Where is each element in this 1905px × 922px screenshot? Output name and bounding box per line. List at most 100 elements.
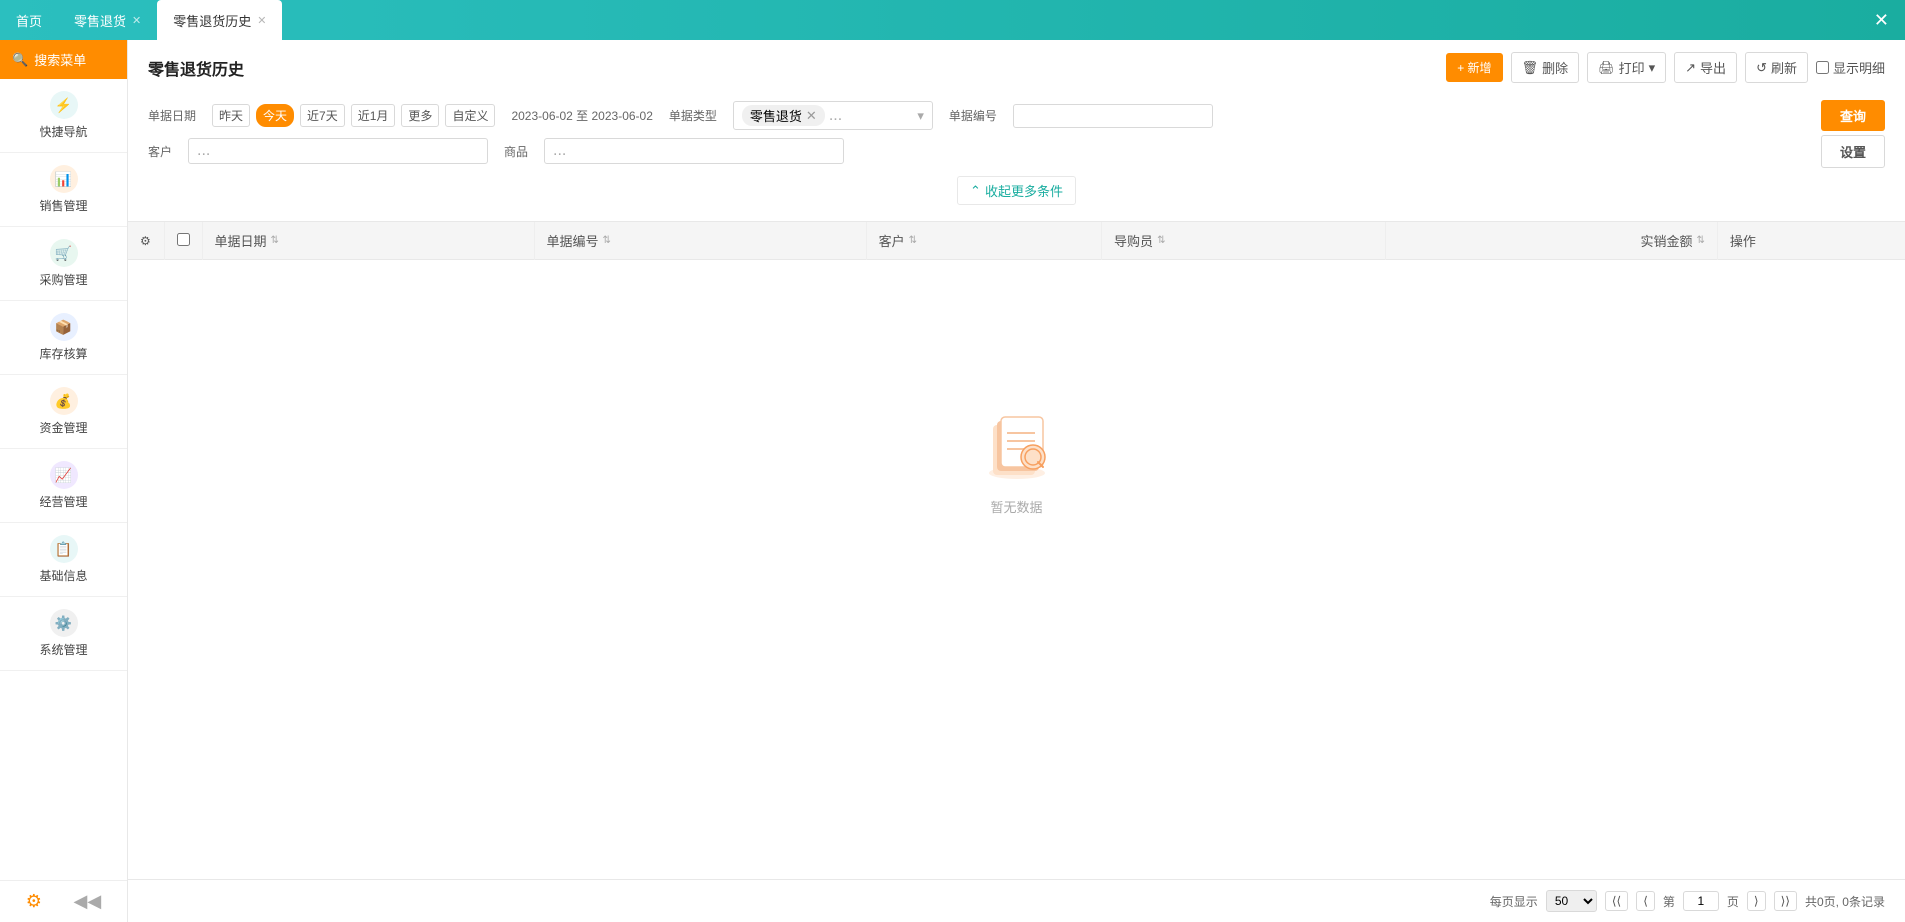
window-close-button[interactable]: ✕ <box>1858 10 1905 31</box>
th-settings[interactable]: ⚙ <box>128 222 164 260</box>
th-no[interactable]: 单据编号 ⇅ <box>534 222 866 260</box>
empty-state: 暂无数据 <box>128 260 1905 660</box>
date-btn-custom[interactable]: 自定义 <box>445 104 495 127</box>
empty-row: 暂无数据 <box>128 260 1905 661</box>
page-input[interactable] <box>1683 891 1719 911</box>
tab-retail-return-close[interactable]: ✕ <box>132 14 141 27</box>
th-guide-sort-icon: ⇅ <box>1157 235 1165 246</box>
page-first-button[interactable]: ⟨⟨ <box>1605 891 1628 911</box>
refresh-button[interactable]: ↺ 刷新 <box>1745 52 1808 83</box>
print-icon: 🖨 <box>1598 60 1615 76</box>
voucher-type-select[interactable]: 零售退货 ✕ ... ▾ <box>733 101 933 130</box>
th-date-label: 单据日期 <box>215 231 267 250</box>
sidebar-item-purchase[interactable]: 🛒 采购管理 <box>0 227 127 301</box>
purchase-icon: 🛒 <box>50 239 78 267</box>
empty-text: 暂无数据 <box>990 497 1042 516</box>
tab-home-label: 首页 <box>16 11 42 30</box>
sidebar-item-sales[interactable]: 📊 销售管理 <box>0 153 127 227</box>
page-label: 第 <box>1663 893 1675 910</box>
filter-row-2: 客户 ... 商品 ... <box>148 138 1885 164</box>
filter-area: 单据日期 昨天 今天 近7天 近1月 更多 自定义 2023-06-02 至 2… <box>148 93 1885 221</box>
th-customer[interactable]: 客户 ⇅ <box>866 222 1101 260</box>
goods-select[interactable]: ... <box>544 138 844 164</box>
collapse-filter-button[interactable]: ⌃ 收起更多条件 <box>957 176 1076 205</box>
voucher-type-dots: ... <box>829 107 842 125</box>
sidebar-item-basic-info[interactable]: 📋 基础信息 <box>0 523 127 597</box>
voucher-type-tag: 零售退货 ✕ <box>742 105 825 126</box>
tab-list: + 新增 首页 零售退货 ✕ 零售退货历史 ✕ <box>0 0 1858 40</box>
show-detail-label[interactable]: 显示明细 <box>1816 58 1885 77</box>
date-btn-today[interactable]: 今天 <box>256 104 294 127</box>
th-checkbox[interactable] <box>164 222 202 260</box>
th-customer-label: 客户 <box>879 231 905 250</box>
sidebar-item-quicknav[interactable]: ⚡ 快捷导航 <box>0 79 127 153</box>
page-last-button[interactable]: ⟩⟩ <box>1774 891 1797 911</box>
tab-retail-return-label: 零售退货 <box>74 11 126 30</box>
sidebar-item-operations-label: 经营管理 <box>39 493 87 510</box>
print-button[interactable]: 🖨 打印 ▾ <box>1587 52 1666 83</box>
print-label: 打印 <box>1619 58 1645 77</box>
operations-icon: 📈 <box>50 461 78 489</box>
content-area: 零售退货历史 + 新增 🗑 删除 🖨 打印 ▾ ↗ 导出 <box>128 40 1905 922</box>
tab-retail-return[interactable]: 零售退货 ✕ <box>58 0 157 40</box>
system-icon: ⚙️ <box>50 609 78 637</box>
settings-bottom-icon[interactable]: ⚙ <box>26 891 42 912</box>
sidebar: 🔍 搜索菜单 ⚡ 快捷导航 📊 销售管理 🛒 采购管理 📦 库存核算 💰 资金管… <box>0 40 128 922</box>
sidebar-search-label: 搜索菜单 <box>34 50 86 69</box>
tab-home[interactable]: + 新增 首页 <box>0 0 58 40</box>
voucher-type-label: 单据类型 <box>669 107 717 124</box>
sidebar-item-system[interactable]: ⚙️ 系统管理 <box>0 597 127 671</box>
page-title-row: 零售退货历史 + 新增 🗑 删除 🖨 打印 ▾ ↗ 导出 <box>148 52 1885 83</box>
voucher-type-tag-text: 零售退货 <box>750 106 802 125</box>
voucher-no-input[interactable] <box>1013 104 1213 128</box>
customer-dots: ... <box>197 142 210 160</box>
select-all-checkbox[interactable] <box>177 233 190 246</box>
quicknav-icon: ⚡ <box>50 91 78 119</box>
top-bar: + 新增 首页 零售退货 ✕ 零售退货历史 ✕ ✕ <box>0 0 1905 40</box>
th-date[interactable]: 单据日期 ⇅ <box>202 222 534 260</box>
sidebar-item-inventory[interactable]: 📦 库存核算 <box>0 301 127 375</box>
date-btn-yesterday[interactable]: 昨天 <box>212 104 250 127</box>
page-prev-button[interactable]: ⟨ <box>1636 891 1655 911</box>
th-no-label: 单据编号 <box>547 231 599 250</box>
sidebar-item-inventory-label: 库存核算 <box>39 345 87 362</box>
delete-icon: 🗑 <box>1522 60 1539 76</box>
export-label: 导出 <box>1700 58 1726 77</box>
show-detail-checkbox[interactable] <box>1816 61 1829 74</box>
query-button[interactable]: 查询 <box>1821 100 1885 131</box>
delete-label: 删除 <box>1542 58 1568 77</box>
query-settings-button[interactable]: 设置 <box>1821 135 1885 168</box>
per-page-select[interactable]: 50 10 20 100 <box>1546 890 1597 912</box>
empty-state-icon <box>977 405 1057 485</box>
pagination: 每页显示 50 10 20 100 ⟨⟨ ⟨ 第 页 ⟩ ⟩⟩ 共0页, 0条记… <box>128 879 1905 922</box>
date-btn-7days[interactable]: 近7天 <box>300 104 345 127</box>
sidebar-search[interactable]: 🔍 搜索菜单 <box>0 40 127 79</box>
basic-info-icon: 📋 <box>50 535 78 563</box>
show-detail-text: 显示明细 <box>1833 58 1885 77</box>
sidebar-bottom: ⚙ ◀◀ <box>0 880 127 922</box>
sidebar-item-system-label: 系统管理 <box>39 641 87 658</box>
date-btn-1month[interactable]: 近1月 <box>351 104 396 127</box>
sidebar-item-finance[interactable]: 💰 资金管理 <box>0 375 127 449</box>
delete-button[interactable]: 🗑 删除 <box>1511 52 1580 83</box>
sidebar-item-operations[interactable]: 📈 经营管理 <box>0 449 127 523</box>
page-next-button[interactable]: ⟩ <box>1747 891 1766 911</box>
goods-filter-label: 商品 <box>504 143 528 160</box>
th-guide[interactable]: 导购员 ⇅ <box>1102 222 1386 260</box>
collapse-icon: ⌃ <box>970 183 981 199</box>
add-button[interactable]: + 新增 <box>1446 53 1502 82</box>
date-btn-more[interactable]: 更多 <box>401 104 439 127</box>
toolbar: + 新增 🗑 删除 🖨 打印 ▾ ↗ 导出 ↺ <box>1446 52 1885 83</box>
export-button[interactable]: ↗ 导出 <box>1674 52 1737 83</box>
page-header: 零售退货历史 + 新增 🗑 删除 🖨 打印 ▾ ↗ 导出 <box>128 40 1905 222</box>
tab-retail-return-history[interactable]: 零售退货历史 ✕ <box>157 0 282 40</box>
refresh-icon: ↺ <box>1756 60 1767 76</box>
voucher-type-tag-close[interactable]: ✕ <box>806 108 817 124</box>
sidebar-item-purchase-label: 采购管理 <box>39 271 87 288</box>
tab-retail-return-history-close[interactable]: ✕ <box>257 14 266 27</box>
th-amount[interactable]: 实销金额 ⇅ <box>1385 222 1717 260</box>
voucher-no-label: 单据编号 <box>949 107 997 124</box>
customer-select[interactable]: ... <box>188 138 488 164</box>
customer-filter-label: 客户 <box>148 143 172 160</box>
speaker-bottom-icon[interactable]: ◀◀ <box>74 891 102 912</box>
